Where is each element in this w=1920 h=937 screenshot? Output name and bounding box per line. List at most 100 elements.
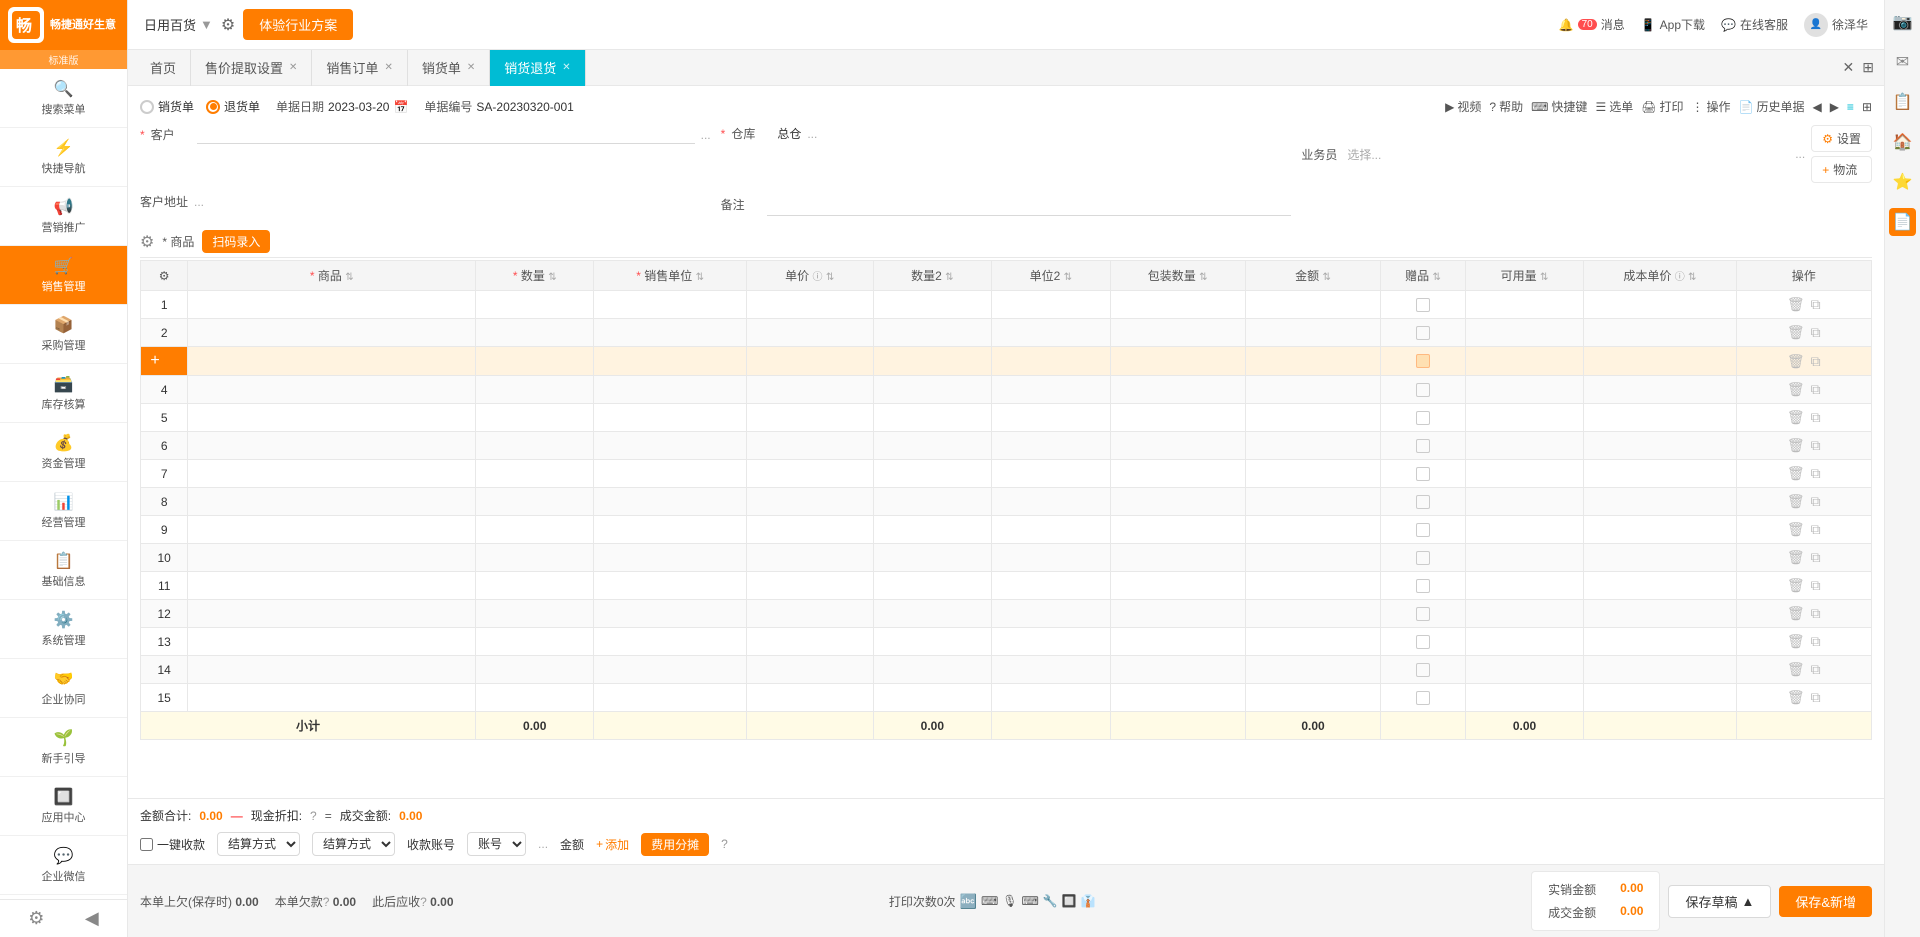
radio-sales[interactable]: 销货单 — [140, 98, 194, 115]
row-2-qty2[interactable] — [873, 319, 991, 347]
row-6-copy-icon[interactable]: ⧉ — [1811, 437, 1821, 454]
save-draft-button[interactable]: 保存草稿 ▲ — [1668, 885, 1771, 918]
shortcut-icon2[interactable]: ⌨ — [981, 894, 998, 908]
nav-next-icon[interactable]: ▶ — [1830, 100, 1839, 114]
avail-sort-icon[interactable]: ⇅ — [1540, 272, 1548, 283]
unit-sort-icon[interactable]: ⇅ — [696, 272, 704, 283]
tab-sales-close-icon[interactable]: ✕ — [467, 62, 475, 73]
row-3-qty[interactable] — [476, 347, 594, 376]
tab-action-close-icon[interactable]: ✕ — [1841, 57, 1857, 78]
tab-return[interactable]: 销货退货 ✕ — [490, 50, 585, 86]
account-select[interactable]: 账号 — [467, 832, 526, 856]
settlement-select[interactable]: 结算方式 — [217, 832, 300, 856]
row-5-delete-icon[interactable]: 🗑 — [1787, 409, 1805, 426]
row-3-cost[interactable] — [1584, 347, 1736, 376]
row-1-qty[interactable] — [476, 291, 594, 319]
tab-price-close-icon[interactable]: ✕ — [289, 62, 297, 73]
row-2-price[interactable] — [746, 319, 873, 347]
gift-sort-icon[interactable]: ⇅ — [1433, 272, 1441, 283]
shortcut-btn[interactable]: ⌨ 快捷键 — [1531, 98, 1587, 115]
fee-help-icon[interactable]: ? — [721, 837, 728, 851]
amount-sort-icon[interactable]: ⇅ — [1323, 272, 1331, 283]
sidebar-item-inventory[interactable]: 🗃️ 库存核算 — [0, 364, 127, 423]
row-13-delete-icon[interactable]: 🗑 — [1787, 633, 1805, 650]
row-3-gift-checkbox[interactable] — [1416, 354, 1430, 368]
add-row-button[interactable]: + — [145, 351, 165, 371]
price-sort-icon[interactable]: ⇅ — [826, 272, 834, 283]
row-3-qty2[interactable] — [873, 347, 991, 376]
logistics-btn[interactable]: + 物流 — [1811, 156, 1872, 183]
one-click-checkbox[interactable]: 一键收款 — [140, 836, 205, 853]
row-8-gift-checkbox[interactable] — [1416, 495, 1430, 509]
row-14-delete-icon[interactable]: 🗑 — [1787, 661, 1805, 678]
print-btn[interactable]: 🖨 打印 — [1641, 98, 1683, 115]
right-panel-icon-6[interactable]: 📄 — [1889, 208, 1917, 236]
right-panel-icon-2[interactable]: ✉ — [1892, 48, 1913, 76]
row-2-gift-checkbox[interactable] — [1416, 326, 1430, 340]
row-1-copy-icon[interactable]: ⧉ — [1811, 296, 1821, 313]
collapse-icon[interactable]: ◀ — [85, 908, 99, 929]
help-btn[interactable]: ? 帮助 — [1489, 98, 1523, 115]
keyboard-icon[interactable]: ⌨ — [1022, 894, 1039, 908]
cost-sort-icon[interactable]: ⇅ — [1688, 272, 1696, 283]
header-settings-icon[interactable]: ⚙ — [221, 15, 235, 35]
row-1-product[interactable] — [188, 291, 476, 319]
settings-btn[interactable]: ⚙ 设置 — [1811, 125, 1872, 152]
right-panel-icon-5[interactable]: ⭐ — [1889, 168, 1917, 196]
operate-btn[interactable]: ⋮ 操作 — [1691, 98, 1730, 115]
customer-input[interactable] — [197, 125, 695, 144]
row-2-unit2[interactable] — [992, 319, 1110, 347]
staff-placeholder[interactable]: 选择... — [1347, 146, 1789, 163]
row-4-delete-icon[interactable]: 🗑 — [1787, 381, 1805, 398]
tab-sales[interactable]: 销货单 ✕ — [408, 50, 490, 86]
sidebar-item-wechat[interactable]: 💬 企业微信 — [0, 836, 127, 895]
history-btn[interactable]: 📄 历史单据 — [1738, 98, 1804, 115]
sidebar-item-sales[interactable]: 🛒 销售管理 — [0, 246, 127, 305]
right-panel-icon-3[interactable]: 📋 — [1889, 88, 1917, 116]
row-4-product[interactable] — [188, 376, 476, 404]
row-8-delete-icon[interactable]: 🗑 — [1787, 493, 1805, 510]
store-dropdown[interactable]: 日用百货 ▼ — [144, 15, 213, 34]
list-view-icon[interactable]: ≡ — [1847, 100, 1854, 114]
video-btn[interactable]: ▶ 视频 — [1445, 98, 1481, 115]
sidebar-item-appstore[interactable]: 🔲 应用中心 — [0, 777, 127, 836]
row-3-price[interactable] — [746, 347, 873, 376]
row-15-delete-icon[interactable]: 🗑 — [1787, 689, 1805, 706]
date-value[interactable]: 2023-03-20 — [328, 100, 389, 114]
row-2-pack[interactable] — [1110, 319, 1245, 347]
trial-button[interactable]: 体验行业方案 — [243, 9, 353, 40]
th-settings[interactable]: ⚙ — [141, 261, 188, 291]
row-1-unit[interactable] — [594, 291, 746, 319]
product-sort-icon[interactable]: ⇅ — [345, 272, 353, 283]
tool-icon3[interactable]: 👔 — [1081, 894, 1096, 908]
row-3-product-input[interactable] — [192, 354, 471, 369]
note-input[interactable] — [767, 193, 1292, 216]
qty2-sort-icon[interactable]: ⇅ — [945, 272, 953, 283]
debt-help-icon[interactable]: ? — [323, 895, 330, 909]
row-10-delete-icon[interactable]: 🗑 — [1787, 549, 1805, 566]
row-2-cost[interactable] — [1584, 319, 1736, 347]
right-panel-icon-1[interactable]: 📷 — [1889, 8, 1917, 36]
sidebar-item-guide[interactable]: 🌱 新手引导 — [0, 718, 127, 777]
tab-action-expand-icon[interactable]: ⊞ — [1860, 57, 1876, 78]
row-11-copy-icon[interactable]: ⧉ — [1811, 577, 1821, 594]
tab-sales-order[interactable]: 销售订单 ✕ — [312, 50, 407, 86]
row-3-avail[interactable] — [1465, 347, 1583, 376]
tab-sales-order-close-icon[interactable]: ✕ — [384, 62, 392, 73]
row-3-unit[interactable] — [594, 347, 746, 376]
row-1-cost[interactable] — [1584, 291, 1736, 319]
radio-return[interactable]: 退货单 — [206, 98, 260, 115]
tab-home[interactable]: 首页 — [136, 50, 191, 86]
tool-icon1[interactable]: 🔧 — [1043, 894, 1058, 908]
receivable-help-icon[interactable]: ? — [420, 895, 427, 909]
settings-bottom-icon[interactable]: ⚙ — [28, 908, 44, 929]
calendar-icon[interactable]: 📅 — [393, 100, 408, 114]
row-2-delete-icon[interactable]: 🗑 — [1787, 324, 1805, 341]
sidebar-item-purchase[interactable]: 📦 采购管理 — [0, 305, 127, 364]
fee-split-button[interactable]: 费用分摊 — [641, 833, 709, 856]
select-btn[interactable]: ☰ 选单 — [1595, 98, 1633, 115]
sidebar-item-finance[interactable]: 💰 资金管理 — [0, 423, 127, 482]
nav-prev-icon[interactable]: ◀ — [1812, 100, 1821, 114]
cost-info-icon[interactable]: ⓘ — [1675, 272, 1685, 283]
sidebar-item-search[interactable]: 🔍 搜索菜单 — [0, 69, 127, 128]
